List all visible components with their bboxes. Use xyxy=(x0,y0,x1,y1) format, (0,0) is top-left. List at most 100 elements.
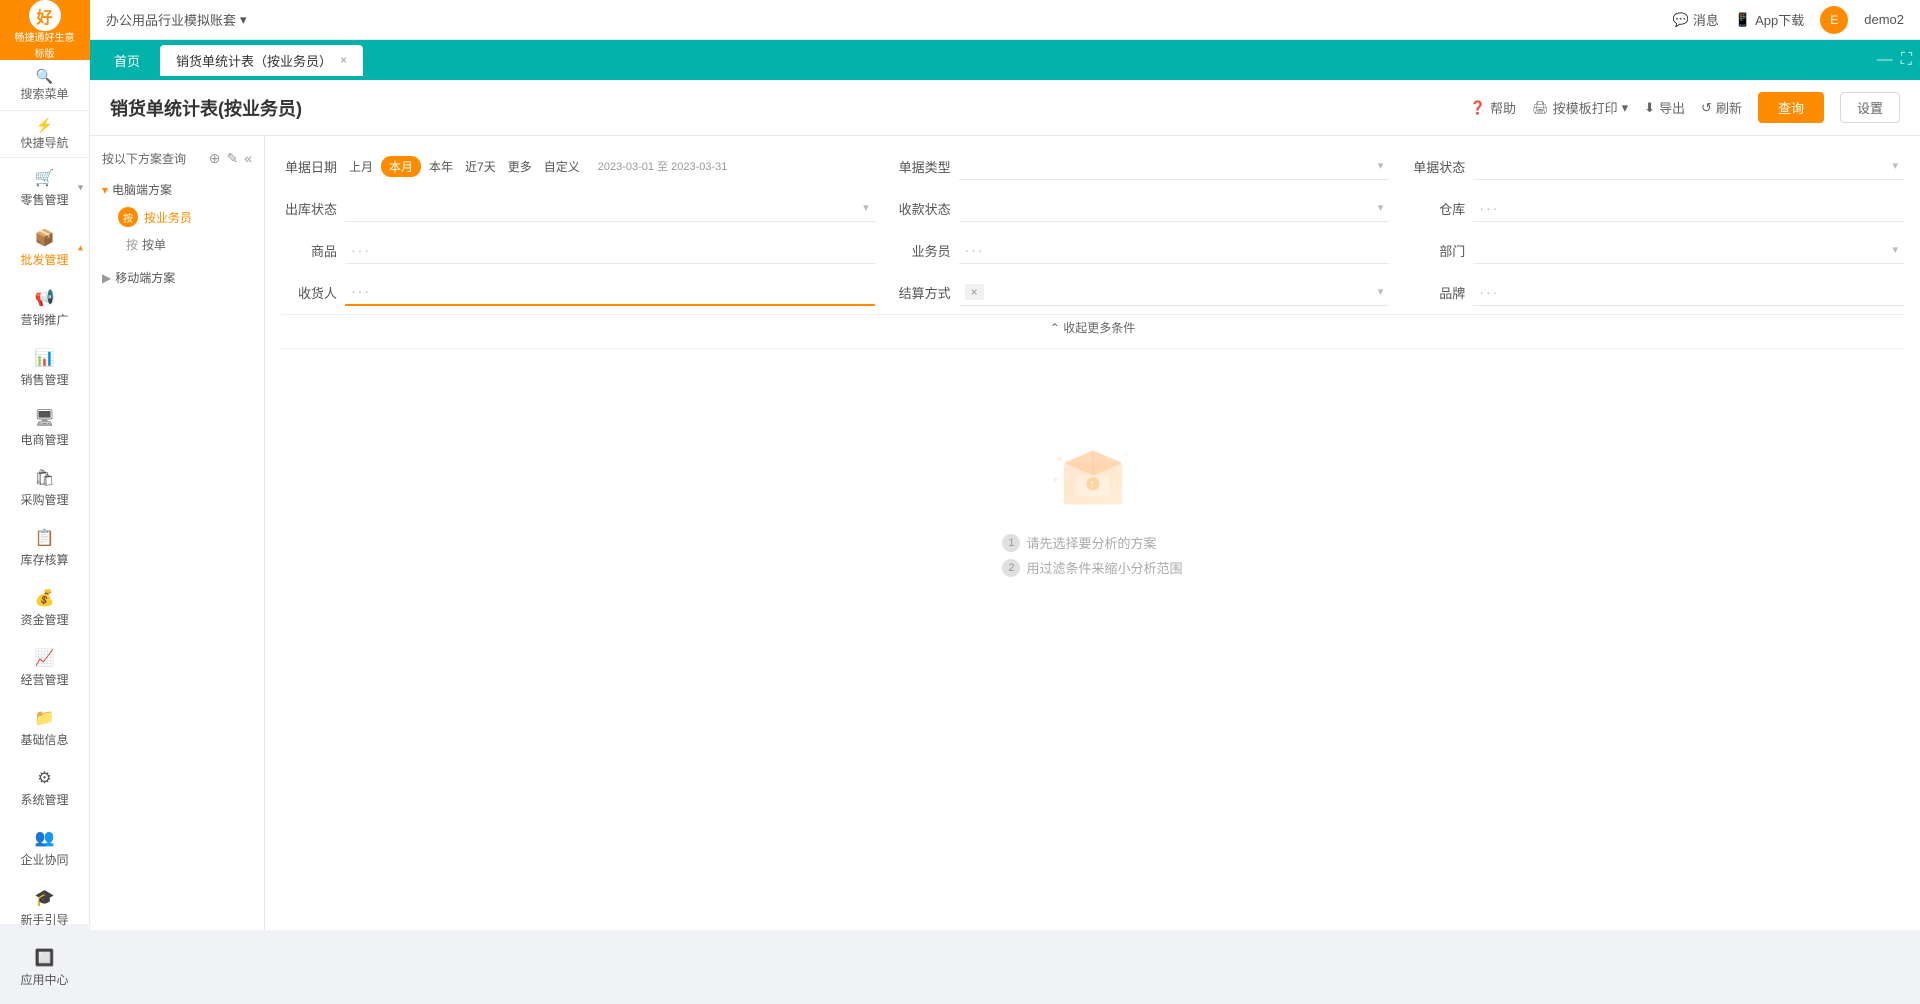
date-btn-7days[interactable]: 近7天 xyxy=(461,156,500,177)
settlement-label: 结算方式 xyxy=(895,283,951,302)
refresh-button[interactable]: ↺ 刷新 xyxy=(1701,98,1742,117)
collapse-filters-button[interactable]: ⌃ 收起更多条件 xyxy=(281,314,1904,340)
filter-brand: 品牌 ··· xyxy=(1409,278,1904,306)
collapse-panel-icon[interactable]: « xyxy=(244,150,252,167)
tab-close-icon[interactable]: × xyxy=(340,53,347,67)
out-status-icon: ▾ xyxy=(863,201,869,214)
settlement-tag-close[interactable]: × xyxy=(971,285,978,299)
pay-status-select[interactable]: ▾ xyxy=(959,194,1390,222)
tab-sales-stat[interactable]: 销货单统计表（按业务员） × xyxy=(160,45,363,76)
help-button[interactable]: ❓ 帮助 xyxy=(1470,98,1516,117)
sidebar-item-system[interactable]: ⚙ 系统管理 xyxy=(0,758,89,818)
dept-select[interactable]: ▾ xyxy=(1473,236,1904,264)
desktop-scheme-header[interactable]: ▾ 电脑端方案 xyxy=(90,177,264,202)
status-label: 单据状态 xyxy=(1409,157,1465,176)
sidebar-item-collab[interactable]: 👥 企业协同 xyxy=(0,818,89,878)
brand-label: 品牌 xyxy=(1409,283,1465,302)
sidebar-item-marketing[interactable]: 📢 营销推广 xyxy=(0,278,89,338)
sub-scheme-item-order[interactable]: 按 按单 xyxy=(90,232,264,257)
goods-select[interactable]: ··· xyxy=(345,236,875,264)
logo-text: 畅捷通好生意 xyxy=(15,33,75,45)
date-btn-this-year[interactable]: 本年 xyxy=(425,156,457,177)
settlement-dropdown-icon: ▾ xyxy=(1378,285,1384,298)
finance-icon: 💰 xyxy=(35,588,55,608)
edit-scheme-icon[interactable]: ✎ xyxy=(226,150,238,167)
product-selector[interactable]: 办公用品行业模拟账套 ▾ xyxy=(106,10,247,29)
desktop-scheme-group: ▾ 电脑端方案 按 按业务员 按 按单 xyxy=(90,173,264,261)
receiver-input[interactable]: ··· xyxy=(345,278,875,306)
filter-type: 单据类型 ▾ xyxy=(895,152,1390,180)
dept-icon: ▾ xyxy=(1892,243,1898,256)
date-btn-custom[interactable]: 自定义 xyxy=(540,156,584,177)
print-icon: 🖨 xyxy=(1532,100,1549,116)
sidebar-logo[interactable]: 好 畅捷通好生意 标版 xyxy=(0,0,90,60)
pay-status-label: 收款状态 xyxy=(895,199,951,218)
date-btn-this-month[interactable]: 本月 xyxy=(381,156,421,177)
empty-tip-1: 1 请先选择要分析的方案 xyxy=(1002,533,1182,552)
purchase-icon: 🛍 xyxy=(34,468,54,488)
help-icon: ❓ xyxy=(1470,100,1486,116)
user-avatar[interactable]: E xyxy=(1820,6,1848,34)
sidebar-item-operation[interactable]: 📈 经营管理 xyxy=(0,638,89,698)
tab-minimize-icon[interactable]: — xyxy=(1877,51,1893,69)
print-button[interactable]: 🖨 按模板打印 ▾ xyxy=(1532,98,1628,117)
filter-status: 单据状态 ▾ xyxy=(1409,152,1904,180)
dropdown-arrow-icon: ▾ xyxy=(240,12,247,28)
sidebar-item-basic[interactable]: 📁 基础信息 xyxy=(0,698,89,758)
warehouse-label: 仓库 xyxy=(1409,199,1465,218)
tab-maximize-icon[interactable]: ⛶ xyxy=(1901,51,1912,69)
empty-illustration: ! xyxy=(1043,417,1143,517)
empty-tips: 1 请先选择要分析的方案 2 用过滤条件来缩小分析范围 xyxy=(1002,533,1182,583)
type-dropdown-icon: ▾ xyxy=(1378,159,1384,172)
sidebar-item-retail[interactable]: 🛒 零售管理 ▾ xyxy=(0,158,89,218)
refresh-icon: ↺ xyxy=(1701,100,1712,116)
tab-home[interactable]: 首页 xyxy=(98,45,156,76)
date-controls: 上月 本月 本年 近7天 更多 自定义 2023-03-01 至 2023-03… xyxy=(345,156,875,177)
page-title: 销货单统计表(按业务员) xyxy=(110,95,302,121)
staff-select[interactable]: ··· xyxy=(959,236,1390,264)
export-button[interactable]: ⬇ 导出 xyxy=(1644,98,1685,117)
app-download-button[interactable]: 📱 App下载 xyxy=(1735,10,1804,29)
sidebar-item-finance[interactable]: 💰 资金管理 xyxy=(0,578,89,638)
add-scheme-icon[interactable]: ⊕ xyxy=(209,150,221,167)
guide-icon: 🎓 xyxy=(35,888,55,908)
filter-staff: 业务员 ··· xyxy=(895,236,1390,264)
mobile-scheme-header[interactable]: ▶ 移动端方案 xyxy=(90,265,264,290)
scheme-icon: 按 xyxy=(118,207,138,227)
date-btn-last-month[interactable]: 上月 xyxy=(345,156,377,177)
sidebar-item-wholesale[interactable]: 📦 批发管理 ▴ xyxy=(0,218,89,278)
expand-icon: ▾ xyxy=(102,183,108,197)
section-divider xyxy=(281,348,1904,349)
filter-pay-status: 收款状态 ▾ xyxy=(895,194,1390,222)
settings-button[interactable]: 设置 xyxy=(1840,92,1900,123)
phone-icon: 📱 xyxy=(1735,12,1751,28)
query-button[interactable]: 查询 xyxy=(1758,92,1824,123)
warehouse-select[interactable]: ··· xyxy=(1473,194,1904,222)
sub-icon: 按 xyxy=(126,236,138,253)
filter-out-status: 出库状态 ▾ xyxy=(281,194,875,222)
sidebar-search[interactable]: 🔍 搜索菜单 xyxy=(0,60,89,111)
brand-select[interactable]: ··· xyxy=(1473,278,1904,306)
empty-state: ! 1 请先选择要分析的方案 2 用过滤条件来缩小分析范围 xyxy=(281,357,1904,643)
sidebar-item-sales[interactable]: 📊 销售管理 xyxy=(0,338,89,398)
sidebar-item-ecommerce[interactable]: 🖥 电商管理 xyxy=(0,398,89,458)
status-select[interactable]: ▾ xyxy=(1473,152,1904,180)
sales-icon: 📊 xyxy=(35,348,55,368)
scheme-item-staff[interactable]: 按 按业务员 xyxy=(90,202,264,232)
message-button[interactable]: 💬 消息 xyxy=(1673,10,1719,29)
svg-text:!: ! xyxy=(1090,479,1093,489)
date-btn-more[interactable]: 更多 xyxy=(504,156,536,177)
settlement-select[interactable]: × ▾ xyxy=(959,278,1390,306)
date-label: 单据日期 xyxy=(281,157,337,176)
receiver-label: 收货人 xyxy=(281,283,337,302)
right-panel: 单据日期 上月 本月 本年 近7天 更多 自定义 2023-03-01 至 20… xyxy=(265,136,1920,930)
sidebar-item-purchase[interactable]: 🛍 采购管理 xyxy=(0,458,89,518)
sidebar: 好 畅捷通好生意 标版 🔍 搜索菜单 ⚡ 快捷导航 🛒 零售管理 ▾ 📦 批发管… xyxy=(0,0,90,924)
sidebar-quick-nav[interactable]: ⚡ 快捷导航 xyxy=(0,111,89,158)
pay-status-icon: ▾ xyxy=(1378,201,1384,214)
type-select[interactable]: ▾ xyxy=(959,152,1390,180)
marketing-icon: 📢 xyxy=(35,288,55,308)
sidebar-item-inventory[interactable]: 📋 库存核算 xyxy=(0,518,89,578)
empty-tip-2: 2 用过滤条件来缩小分析范围 xyxy=(1002,558,1182,577)
out-status-select[interactable]: ▾ xyxy=(345,194,875,222)
